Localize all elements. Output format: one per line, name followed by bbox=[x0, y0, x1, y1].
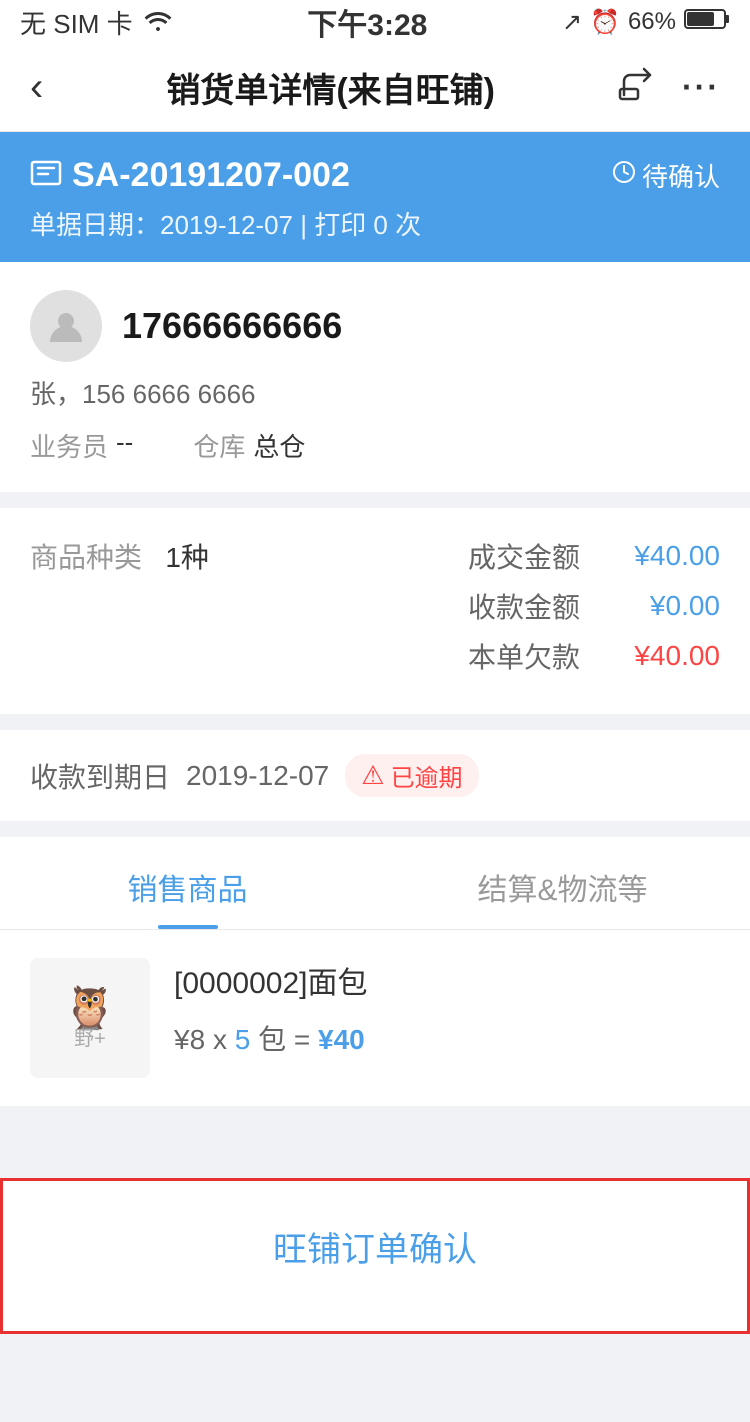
avatar bbox=[30, 290, 102, 362]
order-status: 待确认 bbox=[612, 157, 720, 194]
received-amount-row: 收款金额 ¥0.00 bbox=[468, 586, 720, 626]
product-type-value: 1种 bbox=[165, 542, 209, 573]
product-image: 🦉 野+ bbox=[30, 958, 150, 1078]
salesperson-label: 业务员 bbox=[30, 427, 108, 464]
order-date: 单据日期：2019-12-07 | 打印 0 次 bbox=[30, 205, 720, 242]
product-unit: 包 bbox=[258, 1024, 286, 1055]
carrier-text: 无 SIM 卡 bbox=[20, 4, 133, 41]
summary-section: 商品种类 1种 成交金额 ¥40.00 收款金额 ¥0.00 本单欠款 ¥40.… bbox=[0, 508, 750, 714]
warehouse-field: 仓库 总仓 bbox=[193, 427, 305, 464]
overdue-text: 已逾期 bbox=[391, 758, 463, 793]
customer-phone: 17666666666 bbox=[122, 305, 342, 347]
more-icon[interactable]: ··· bbox=[682, 69, 720, 106]
location-icon: ↗ bbox=[562, 8, 582, 37]
product-price: ¥8 x 5 包 = ¥40 bbox=[174, 1018, 720, 1058]
overdue-badge: ⚠ 已逾期 bbox=[345, 754, 478, 797]
multiply-sign: x bbox=[213, 1024, 235, 1055]
page-title: 销货单详情(来自旺铺) bbox=[166, 63, 495, 112]
unpaid-amount-value: ¥40.00 bbox=[600, 640, 720, 672]
tab-products[interactable]: 销售商品 bbox=[0, 837, 375, 929]
amounts-section: 成交金额 ¥40.00 收款金额 ¥0.00 本单欠款 ¥40.00 bbox=[468, 536, 720, 686]
confirm-order-button[interactable]: 旺铺订单确认 bbox=[33, 1201, 717, 1291]
salesperson-field: 业务员 -- bbox=[30, 427, 133, 464]
product-info: [0000002]面包 ¥8 x 5 包 = ¥40 bbox=[174, 958, 720, 1058]
due-date-section: 收款到期日 2019-12-07 ⚠ 已逾期 bbox=[0, 730, 750, 821]
status-bar: 无 SIM 卡 下午3:28 ↗ ⏰ 66% bbox=[0, 0, 750, 44]
deal-amount-label: 成交金额 bbox=[468, 536, 580, 576]
product-total: ¥40 bbox=[318, 1024, 365, 1055]
wifi-icon bbox=[143, 7, 173, 38]
product-item: 🦉 野+ [0000002]面包 ¥8 x 5 包 = ¥40 bbox=[0, 930, 750, 1106]
nav-bar: ‹ 销货单详情(来自旺铺) ··· bbox=[0, 44, 750, 132]
product-quantity: 5 bbox=[235, 1024, 251, 1055]
tabs: 销售商品 结算&物流等 bbox=[0, 837, 750, 930]
received-amount-label: 收款金额 bbox=[468, 586, 580, 626]
warehouse-value: 总仓 bbox=[253, 427, 305, 464]
confirm-button-wrap: 旺铺订单确认 bbox=[0, 1178, 750, 1334]
unpaid-amount-row: 本单欠款 ¥40.00 bbox=[468, 636, 720, 676]
unpaid-amount-label: 本单欠款 bbox=[468, 636, 580, 676]
brand-logo: 🦉 野+ bbox=[64, 987, 116, 1049]
status-left: 无 SIM 卡 bbox=[20, 4, 173, 41]
order-icon bbox=[30, 156, 62, 195]
due-date-label: 收款到期日 bbox=[30, 756, 170, 796]
share-icon[interactable] bbox=[618, 67, 652, 109]
order-header: SA-20191207-002 待确认 单据日期：2019-12-07 | 打印… bbox=[0, 132, 750, 262]
alarm-icon: ⏰ bbox=[590, 8, 620, 37]
received-amount-value: ¥0.00 bbox=[600, 590, 720, 622]
warehouse-label: 仓库 bbox=[193, 427, 245, 464]
customer-meta: 业务员 -- 仓库 总仓 bbox=[30, 427, 720, 464]
product-type-label: 商品种类 bbox=[30, 542, 142, 573]
warning-icon: ⚠ bbox=[361, 760, 384, 791]
salesperson-value: -- bbox=[116, 427, 133, 464]
customer-section: 17666666666 张，156 6666 6666 业务员 -- 仓库 总仓 bbox=[0, 262, 750, 492]
customer-name: 张，156 6666 6666 bbox=[30, 374, 720, 411]
deal-amount-value: ¥40.00 bbox=[600, 540, 720, 572]
status-time: 下午3:28 bbox=[307, 0, 427, 44]
due-date-value: 2019-12-07 bbox=[186, 760, 329, 792]
clock-icon bbox=[612, 160, 636, 191]
nav-actions: ··· bbox=[618, 67, 720, 109]
back-button[interactable]: ‹ bbox=[30, 65, 43, 110]
product-type-info: 商品种类 1种 bbox=[30, 536, 209, 576]
product-name: [0000002]面包 bbox=[174, 958, 720, 1002]
order-id: SA-20191207-002 bbox=[30, 156, 350, 195]
battery-icon bbox=[684, 8, 730, 37]
deal-amount-row: 成交金额 ¥40.00 bbox=[468, 536, 720, 576]
price-per-unit: ¥8 bbox=[174, 1024, 205, 1055]
battery-text: 66% bbox=[628, 8, 676, 36]
tab-settlement[interactable]: 结算&物流等 bbox=[375, 837, 750, 929]
equals-sign: = bbox=[294, 1024, 318, 1055]
status-right: ↗ ⏰ 66% bbox=[562, 8, 730, 37]
